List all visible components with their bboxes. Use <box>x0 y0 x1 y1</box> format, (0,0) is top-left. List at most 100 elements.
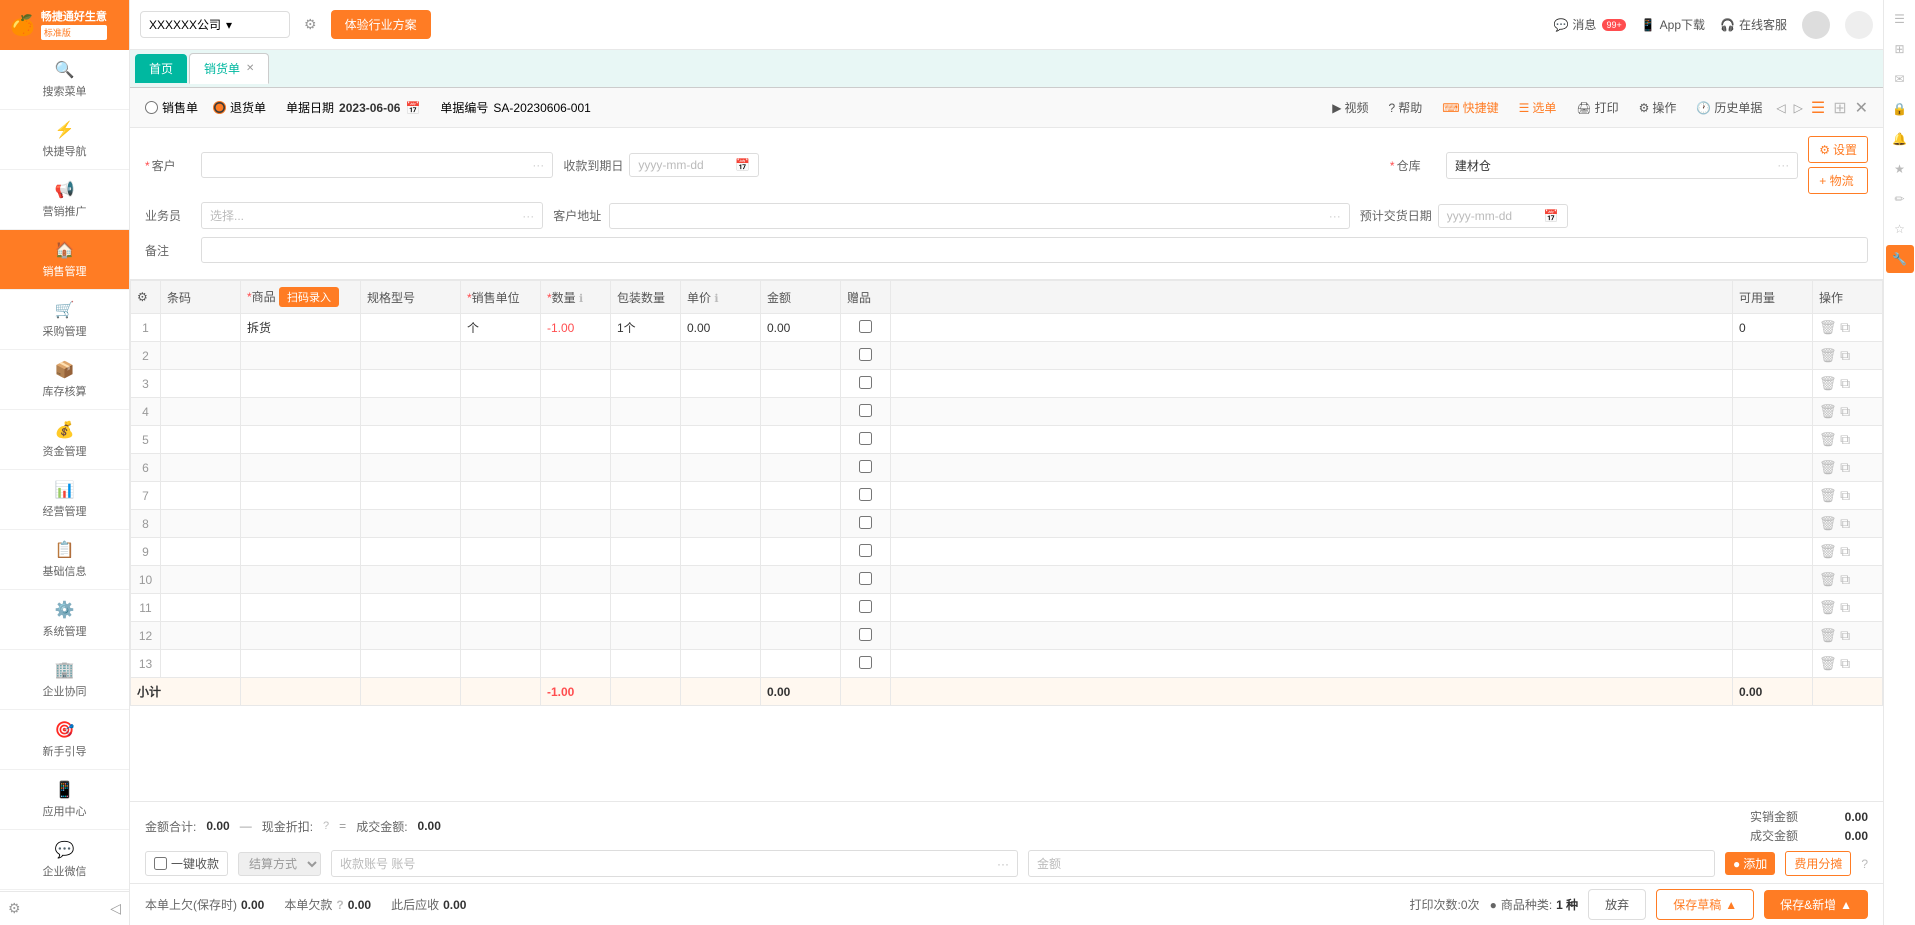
row-amount[interactable] <box>761 650 841 678</box>
row-unit[interactable] <box>461 370 541 398</box>
row-pkg-qty[interactable] <box>611 482 681 510</box>
sidebar-item-inventory[interactable]: 📦 库存核算 <box>0 350 129 410</box>
nav-next-icon[interactable]: ▷ <box>1794 101 1803 115</box>
row-qty[interactable] <box>541 566 611 594</box>
discard-btn[interactable]: 放弃 <box>1588 889 1646 920</box>
copy-row-icon[interactable]: ⧉ <box>1840 347 1850 363</box>
copy-row-icon[interactable]: ⧉ <box>1840 459 1850 475</box>
nav-prev-icon[interactable]: ◁ <box>1776 101 1785 115</box>
delete-row-icon[interactable]: 🗑 <box>1819 431 1837 447</box>
radio-sale-order[interactable]: 销售单 <box>145 99 198 116</box>
row-pkg-qty[interactable] <box>611 426 681 454</box>
help-btn[interactable]: ? 帮助 <box>1383 96 1429 119</box>
delivery-date-input[interactable]: yyyy-mm-dd 📅 <box>1438 204 1568 228</box>
row-gift[interactable] <box>841 510 891 538</box>
expense-btn[interactable]: 费用分摊 <box>1785 851 1851 876</box>
delivery-calendar-icon[interactable]: 📅 <box>1544 209 1559 223</box>
print-btn[interactable]: 🖨 打印 <box>1570 96 1624 119</box>
row-pkg-qty[interactable] <box>611 454 681 482</box>
delete-row-icon[interactable]: 🗑 <box>1819 627 1837 643</box>
row-gift[interactable] <box>841 566 891 594</box>
row-unit[interactable] <box>461 510 541 538</box>
row-amount[interactable] <box>761 510 841 538</box>
topbar-gear-btn[interactable]: ⚙ <box>300 12 321 37</box>
copy-row-icon[interactable]: ⧉ <box>1840 403 1850 419</box>
copy-row-icon[interactable]: ⧉ <box>1840 571 1850 587</box>
rt-list-btn[interactable]: ☰ <box>1886 5 1914 33</box>
row-gift[interactable] <box>841 454 891 482</box>
due-date-input[interactable]: yyyy-mm-dd 📅 <box>629 153 759 177</box>
delete-row-icon[interactable]: 🗑 <box>1819 515 1837 531</box>
rt-mail-btn[interactable]: ✉ <box>1886 65 1914 93</box>
sidebar-item-search[interactable]: 🔍 搜索菜单 <box>0 50 129 110</box>
delete-row-icon[interactable]: 🗑 <box>1819 347 1837 363</box>
row-amount[interactable] <box>761 398 841 426</box>
row-pkg-qty[interactable] <box>611 342 681 370</box>
row-price[interactable]: 0.00 <box>681 314 761 342</box>
copy-row-icon[interactable]: ⧉ <box>1840 655 1850 671</box>
row-pkg-qty[interactable] <box>611 566 681 594</box>
sidebar-item-finance[interactable]: 💰 资金管理 <box>0 410 129 470</box>
row-qty[interactable] <box>541 426 611 454</box>
save-new-btn[interactable]: 保存&新增 ▲ <box>1764 890 1868 919</box>
copy-row-icon[interactable]: ⧉ <box>1840 515 1850 531</box>
row-barcode[interactable] <box>161 426 241 454</box>
row-amount[interactable] <box>761 566 841 594</box>
user-avatar[interactable] <box>1802 11 1830 39</box>
row-spec[interactable] <box>361 650 461 678</box>
row-amount[interactable] <box>761 594 841 622</box>
rt-bell-btn[interactable]: 🔔 <box>1886 125 1914 153</box>
user-avatar2[interactable] <box>1845 11 1873 39</box>
row-product[interactable] <box>241 650 361 678</box>
one-click-checkbox-input[interactable] <box>154 857 167 870</box>
row-qty[interactable] <box>541 650 611 678</box>
row-spec[interactable] <box>361 538 461 566</box>
copy-row-icon[interactable]: ⧉ <box>1840 319 1850 335</box>
row-gift[interactable] <box>841 594 891 622</box>
row-unit[interactable] <box>461 342 541 370</box>
row-spec[interactable] <box>361 510 461 538</box>
tab-close-icon[interactable]: ✕ <box>246 63 254 74</box>
notes-input[interactable] <box>201 237 1868 263</box>
row-unit[interactable]: 个 <box>461 314 541 342</box>
copy-row-icon[interactable]: ⧉ <box>1840 375 1850 391</box>
salesperson-input[interactable]: 选择... ··· <box>201 202 543 229</box>
row-qty[interactable] <box>541 482 611 510</box>
row-product[interactable] <box>241 538 361 566</box>
row-barcode[interactable] <box>161 650 241 678</box>
row-price[interactable] <box>681 650 761 678</box>
row-product[interactable] <box>241 454 361 482</box>
delete-row-icon[interactable]: 🗑 <box>1819 543 1837 559</box>
row-amount[interactable] <box>761 370 841 398</box>
row-barcode[interactable] <box>161 594 241 622</box>
sidebar-item-guide[interactable]: 🎯 新手引导 <box>0 710 129 770</box>
customer-input[interactable]: ··· <box>201 152 553 178</box>
row-unit[interactable] <box>461 426 541 454</box>
sidebar-item-marketing[interactable]: 📢 营销推广 <box>0 170 129 230</box>
app-download-btn[interactable]: 📱 App下载 <box>1641 16 1705 33</box>
row-gift[interactable] <box>841 370 891 398</box>
row-amount[interactable] <box>761 426 841 454</box>
calendar-icon[interactable]: 📅 <box>405 101 420 115</box>
row-price[interactable] <box>681 398 761 426</box>
row-qty[interactable] <box>541 510 611 538</box>
row-product[interactable] <box>241 594 361 622</box>
row-spec[interactable] <box>361 454 461 482</box>
delete-row-icon[interactable]: 🗑 <box>1819 599 1837 615</box>
delete-row-icon[interactable]: 🗑 <box>1819 319 1837 335</box>
row-product[interactable] <box>241 566 361 594</box>
row-unit[interactable] <box>461 566 541 594</box>
row-price[interactable] <box>681 370 761 398</box>
sidebar-item-quick-nav[interactable]: ⚡ 快捷导航 <box>0 110 129 170</box>
radio-return-order[interactable]: 退货单 <box>213 99 266 116</box>
row-unit[interactable] <box>461 538 541 566</box>
sidebar-item-enterprise[interactable]: 🏢 企业协同 <box>0 650 129 710</box>
row-spec[interactable] <box>361 398 461 426</box>
rt-star-btn[interactable]: ★ <box>1886 155 1914 183</box>
delete-row-icon[interactable]: 🗑 <box>1819 655 1837 671</box>
tab-sales-order[interactable]: 销货单 ✕ <box>189 53 269 84</box>
row-barcode[interactable] <box>161 482 241 510</box>
due-date-calendar-icon[interactable]: 📅 <box>735 158 750 172</box>
row-qty[interactable] <box>541 594 611 622</box>
sidebar-item-purchase-mgmt[interactable]: 🛒 采购管理 <box>0 290 129 350</box>
